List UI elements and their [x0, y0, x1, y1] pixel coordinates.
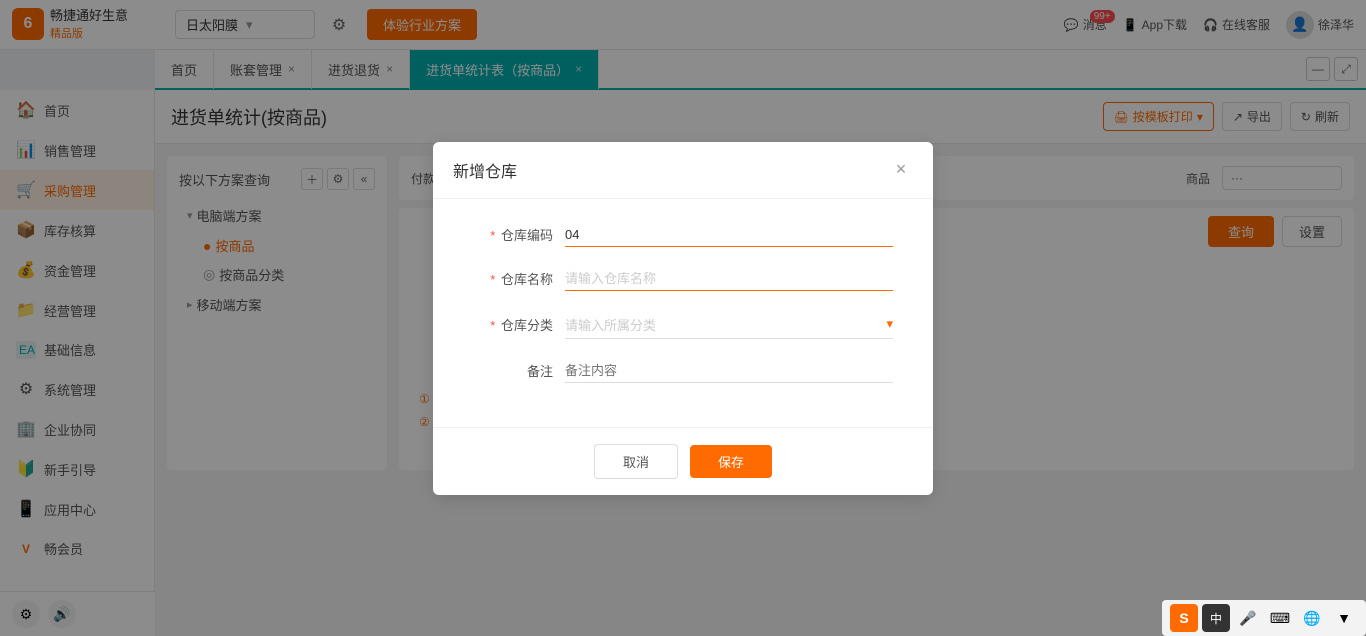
cancel-button[interactable]: 取消 [594, 444, 678, 479]
name-row: * 仓库名称 [473, 267, 893, 291]
category-row: * 仓库分类 请输入所属分类 ▾ [473, 311, 893, 339]
category-required-mark: * [490, 318, 495, 333]
modal-title: 新增仓库 [453, 158, 517, 182]
name-required-mark: * [490, 272, 495, 287]
code-label: * 仓库编码 [473, 225, 553, 244]
modal-body: * 仓库编码 * 仓库名称 * 仓库分类 请输入所属 [433, 199, 933, 427]
s-logo-icon: S [1170, 604, 1198, 632]
network-icon[interactable]: 🌐 [1298, 604, 1326, 632]
note-label: 备注 [473, 361, 553, 380]
code-row: * 仓库编码 [473, 223, 893, 247]
modal-footer: 取消 保存 [433, 427, 933, 495]
category-select[interactable]: 请输入所属分类 ▾ [565, 311, 893, 339]
name-input[interactable] [565, 267, 893, 291]
modal-close-button[interactable]: × [889, 158, 913, 182]
modal-header: 新增仓库 × [433, 142, 933, 199]
expand-down-icon[interactable]: ▼ [1330, 604, 1358, 632]
modal-overlay[interactable]: 新增仓库 × * 仓库编码 * 仓库名称 [0, 0, 1366, 636]
note-row: 备注 [473, 359, 893, 383]
language-icon[interactable]: 中 [1202, 604, 1230, 632]
save-button[interactable]: 保存 [690, 445, 772, 478]
note-input[interactable] [565, 359, 893, 383]
new-warehouse-modal: 新增仓库 × * 仓库编码 * 仓库名称 [433, 142, 933, 495]
category-label: * 仓库分类 [473, 315, 553, 334]
bottom-bar: S 中 🎤 ⌨ 🌐 ▼ [1162, 600, 1366, 636]
category-dropdown-icon: ▾ [886, 316, 893, 332]
name-label: * 仓库名称 [473, 269, 553, 288]
category-placeholder: 请输入所属分类 [565, 315, 656, 334]
mic-icon[interactable]: 🎤 [1234, 604, 1262, 632]
code-required-mark: * [490, 228, 495, 243]
keyboard-icon[interactable]: ⌨ [1266, 604, 1294, 632]
code-input[interactable] [565, 223, 893, 247]
